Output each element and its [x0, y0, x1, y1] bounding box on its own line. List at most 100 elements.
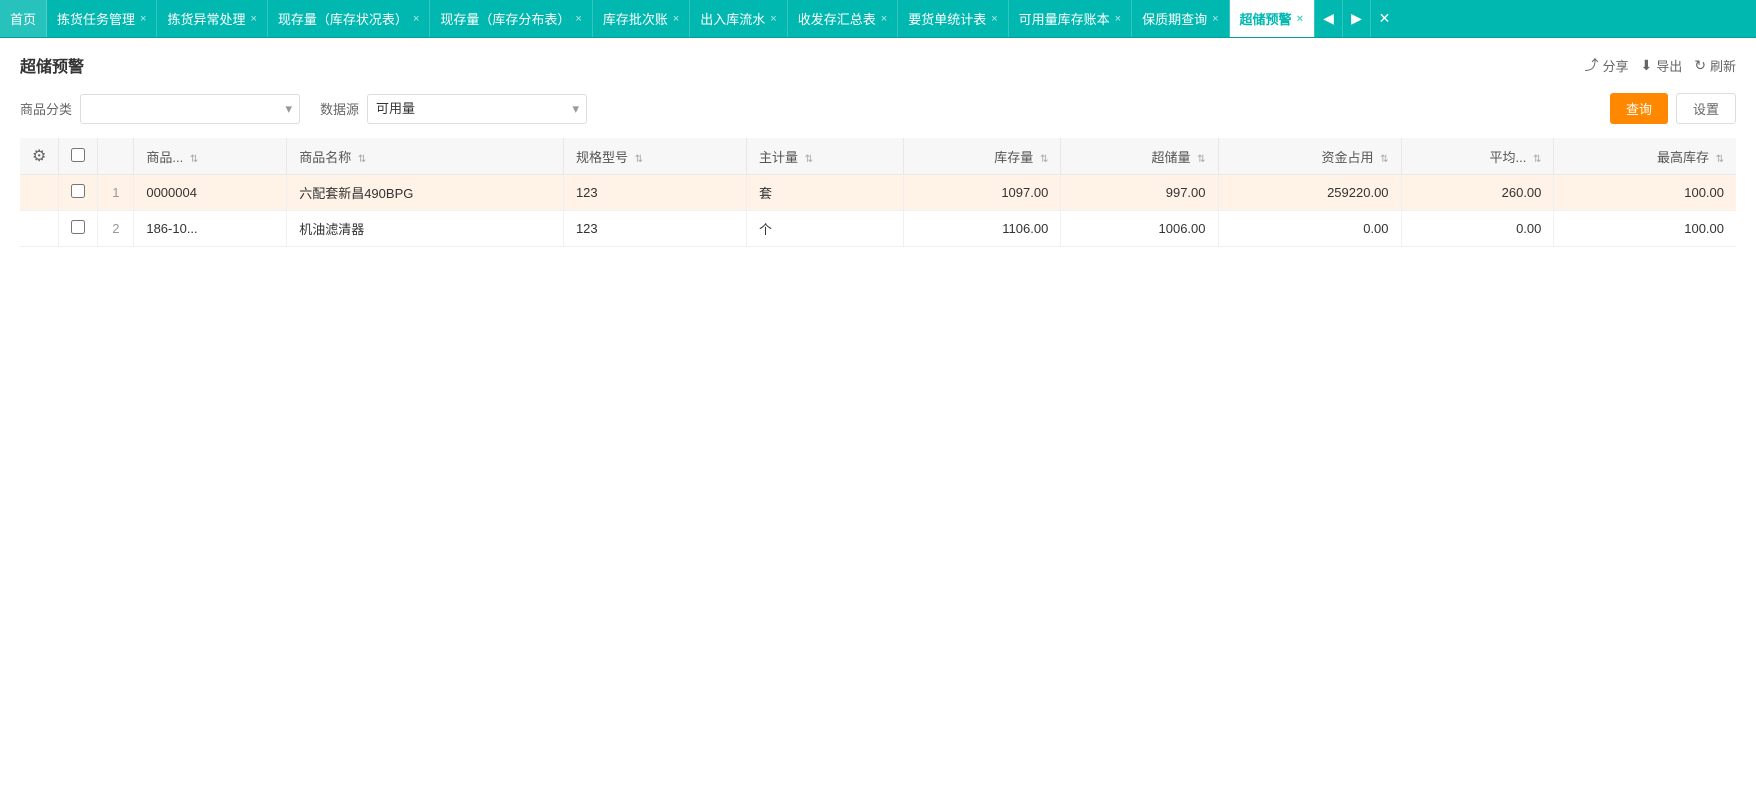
row-unit-1: 个 [746, 211, 903, 247]
nav-overstock-warning-label: 超储预警 [1240, 9, 1292, 28]
export-button[interactable]: ⬇ 导出 [1641, 56, 1683, 75]
category-select-wrapper [80, 94, 300, 124]
nav-quality-check[interactable]: 保质期查询 × [1132, 0, 1229, 38]
th-overstock-qty[interactable]: 超储量 ⇅ [1061, 138, 1218, 175]
row-stock-qty-1: 1106.00 [904, 211, 1061, 247]
refresh-button[interactable]: ↻ 刷新 [1694, 56, 1736, 75]
nav-task-mgmt-label: 拣货任务管理 [57, 9, 135, 28]
nav-inout-flow-label: 出入库流水 [700, 9, 765, 28]
nav-abnormal-label: 拣货异常处理 [167, 9, 245, 28]
nav-inout-flow-close[interactable]: × [770, 13, 776, 25]
th-product-name-label: 商品名称 [299, 150, 351, 165]
nav-recv-summary[interactable]: 收发存汇总表 × [788, 0, 898, 38]
nav-arrow-close[interactable]: ✕ [1370, 0, 1398, 38]
row-checkbox-0[interactable] [71, 184, 85, 198]
row-avg-1: 0.00 [1401, 211, 1554, 247]
nav-order-stats[interactable]: 要货单统计表 × [898, 0, 1008, 38]
nav-inventory-dist-close[interactable]: × [575, 13, 581, 25]
row-overstock-qty-1: 1006.00 [1061, 211, 1218, 247]
table-row[interactable]: 2 186-10... 机油滤清器 123 个 1106.00 1006.00 … [20, 211, 1736, 247]
sort-capital-occ-icon: ⇅ [1380, 154, 1388, 165]
share-label: 分享 [1602, 56, 1628, 75]
th-max-stock[interactable]: 最高库存 ⇅ [1554, 138, 1736, 175]
th-avg-label: 平均... [1490, 150, 1527, 165]
nav-inventory-status-label: 现存量（库存状况表） [278, 9, 408, 28]
page-title: 超储预警 [20, 53, 84, 77]
filter-right-buttons: 查询 设置 [1610, 93, 1736, 124]
sort-product-code-icon: ⇅ [190, 154, 198, 165]
nav-arrow-left[interactable]: ◀ [1314, 0, 1342, 38]
th-unit[interactable]: 主计量 ⇅ [746, 138, 903, 175]
row-checkbox-cell[interactable] [59, 175, 98, 211]
settings-button[interactable]: 设置 [1676, 93, 1736, 124]
nav-order-stats-close[interactable]: × [991, 13, 997, 25]
top-navigation: 首页 拣货任务管理 × 拣货异常处理 × 现存量（库存状况表） × 现存量（库存… [0, 0, 1756, 38]
category-select[interactable] [80, 94, 300, 124]
sort-avg-icon: ⇅ [1533, 154, 1541, 165]
th-unit-label: 主计量 [759, 150, 798, 165]
row-checkbox-cell[interactable] [59, 211, 98, 247]
nav-task-mgmt-close[interactable]: × [140, 13, 146, 25]
export-label: 导出 [1656, 56, 1682, 75]
row-product-code-1: 186-10... [134, 211, 287, 247]
row-product-name-0: 六配套新昌490BPG [287, 175, 564, 211]
th-product-code-label: 商品... [146, 150, 183, 165]
row-checkbox-1[interactable] [71, 220, 85, 234]
page-content: 超储预警 ⤴ 分享 ⬇ 导出 ↻ 刷新 商品分类 [0, 38, 1756, 800]
nav-quality-check-close[interactable]: × [1212, 13, 1218, 25]
nav-arrow-right[interactable]: ▶ [1342, 0, 1370, 38]
export-icon: ⬇ [1641, 57, 1653, 74]
nav-home[interactable]: 首页 [0, 0, 47, 38]
th-settings[interactable]: ⚙ [20, 138, 59, 175]
nav-inventory-status[interactable]: 现存量（库存状况表） × [268, 0, 430, 38]
nav-inout-flow[interactable]: 出入库流水 × [690, 0, 787, 38]
nav-inventory-status-close[interactable]: × [413, 13, 419, 25]
gear-icon[interactable]: ⚙ [32, 148, 46, 165]
nav-overstock-warning-close[interactable]: × [1297, 13, 1303, 25]
nav-task-mgmt[interactable]: 拣货任务管理 × [47, 0, 157, 38]
th-capital-occ[interactable]: 资金占用 ⇅ [1218, 138, 1401, 175]
sort-product-name-icon: ⇅ [358, 154, 366, 165]
nav-recv-summary-close[interactable]: × [881, 13, 887, 25]
sort-max-stock-icon: ⇅ [1716, 154, 1724, 165]
category-label: 商品分类 [20, 99, 72, 118]
row-spec-0: 123 [563, 175, 746, 211]
page-header: 超储预警 ⤴ 分享 ⬇ 导出 ↻ 刷新 [20, 53, 1736, 77]
filter-datasource-group: 数据源 可用量 库存量 [320, 94, 587, 124]
th-checkbox[interactable] [59, 138, 98, 175]
row-capital-occ-1: 0.00 [1218, 211, 1401, 247]
sort-overstock-qty-icon: ⇅ [1197, 154, 1205, 165]
query-button[interactable]: 查询 [1610, 93, 1668, 124]
nav-inventory-dist[interactable]: 现存量（库存分布表） × [430, 0, 592, 38]
nav-quality-check-label: 保质期查询 [1142, 9, 1207, 28]
th-stock-qty[interactable]: 库存量 ⇅ [904, 138, 1061, 175]
th-spec-label: 规格型号 [576, 150, 628, 165]
row-stock-qty-0: 1097.00 [904, 175, 1061, 211]
th-stock-qty-label: 库存量 [994, 150, 1033, 165]
row-max-stock-0: 100.00 [1554, 175, 1736, 211]
nav-home-label: 首页 [10, 9, 36, 28]
share-button[interactable]: ⤴ 分享 [1584, 55, 1628, 75]
nav-overstock-warning[interactable]: 超储预警 × [1230, 0, 1314, 38]
th-avg[interactable]: 平均... ⇅ [1401, 138, 1554, 175]
table-header-row: ⚙ 商品... ⇅ 商品名称 ⇅ 规格型号 [20, 138, 1736, 175]
nav-batch[interactable]: 库存批次账 × [593, 0, 690, 38]
datasource-select-wrapper: 可用量 库存量 [367, 94, 587, 124]
table-row[interactable]: 1 0000004 六配套新昌490BPG 123 套 1097.00 997.… [20, 175, 1736, 211]
th-capital-occ-label: 资金占用 [1322, 150, 1374, 165]
th-spec[interactable]: 规格型号 ⇅ [563, 138, 746, 175]
nav-available-account-label: 可用量库存账本 [1019, 9, 1110, 28]
th-product-code[interactable]: 商品... ⇅ [134, 138, 287, 175]
nav-available-account-close[interactable]: × [1115, 13, 1121, 25]
nav-batch-close[interactable]: × [673, 13, 679, 25]
nav-available-account[interactable]: 可用量库存账本 × [1009, 0, 1132, 38]
nav-abnormal[interactable]: 拣货异常处理 × [157, 0, 267, 38]
row-product-code-0: 0000004 [134, 175, 287, 211]
th-product-name[interactable]: 商品名称 ⇅ [287, 138, 564, 175]
datasource-select[interactable]: 可用量 库存量 [367, 94, 587, 124]
refresh-icon: ↻ [1694, 57, 1706, 74]
select-all-checkbox[interactable] [71, 148, 85, 162]
row-unit-0: 套 [746, 175, 903, 211]
nav-abnormal-close[interactable]: × [250, 13, 256, 25]
header-actions: ⤴ 分享 ⬇ 导出 ↻ 刷新 [1584, 55, 1736, 75]
